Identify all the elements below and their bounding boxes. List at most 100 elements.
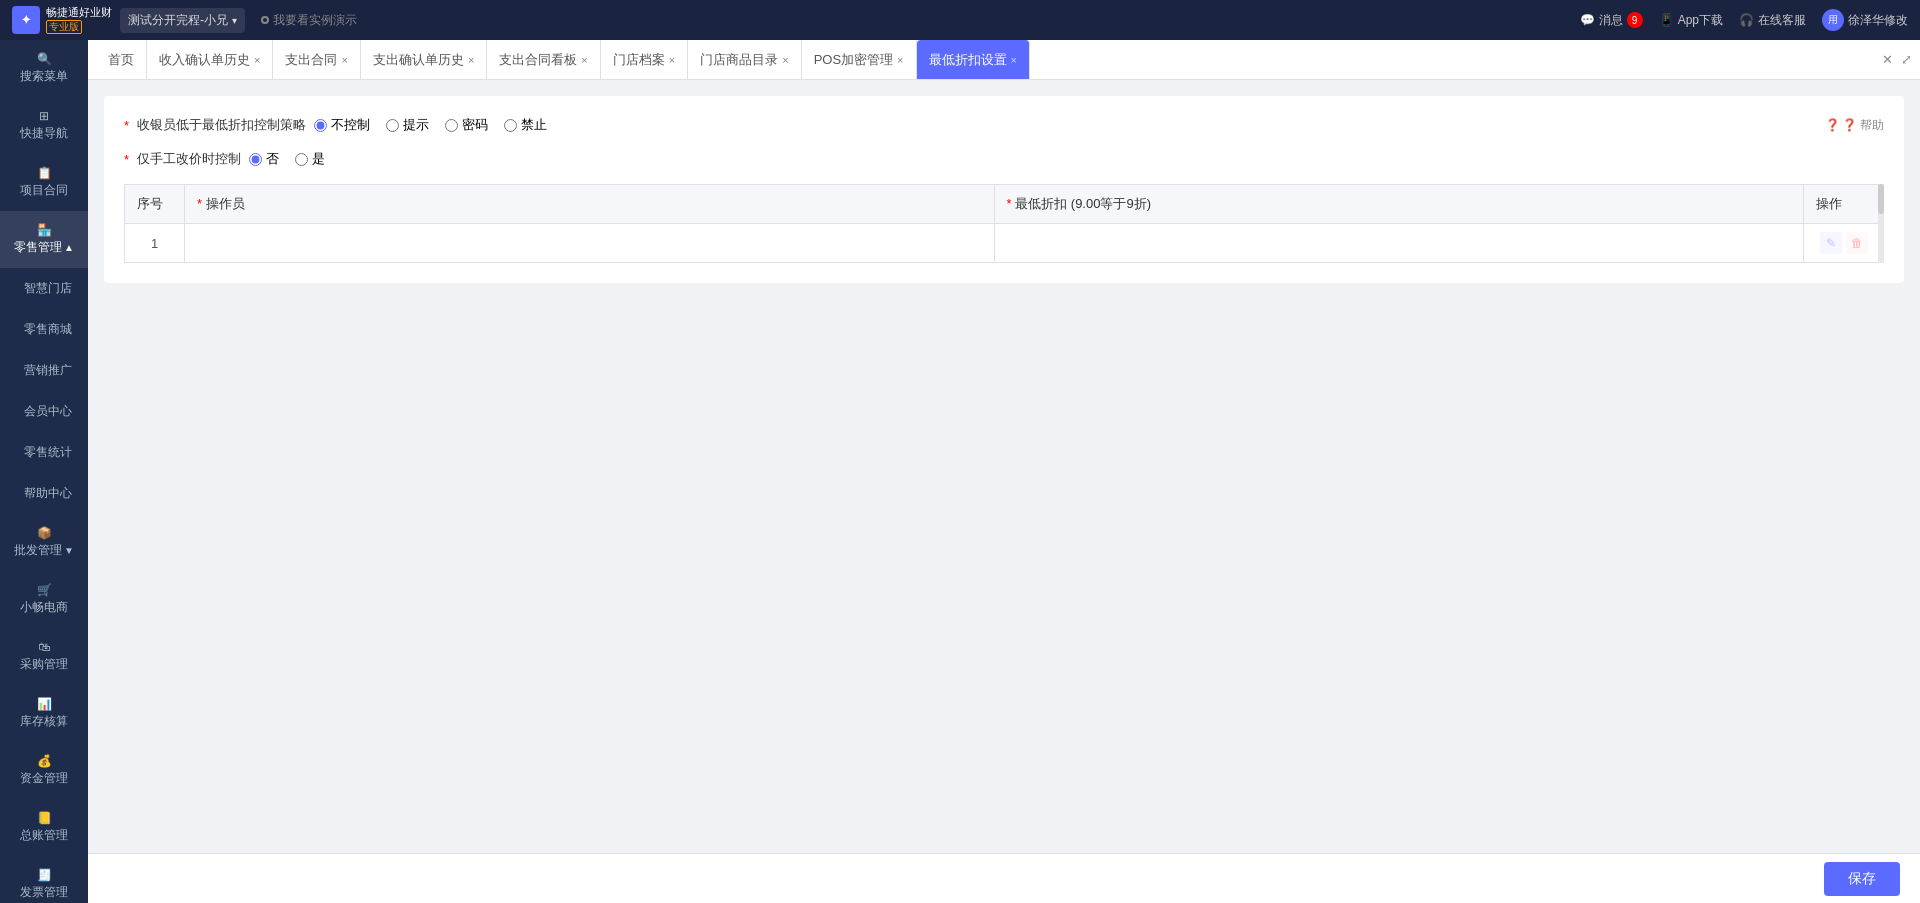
radio-yes-label: 是 xyxy=(312,150,325,168)
radio-disable[interactable]: 禁止 xyxy=(504,116,547,134)
tab-income-confirm[interactable]: 收入确认单历史 × xyxy=(147,40,273,79)
radio-hint[interactable]: 提示 xyxy=(386,116,429,134)
online-service-item[interactable]: 🎧 在线客服 xyxy=(1739,12,1806,29)
radio-yes-input[interactable] xyxy=(295,153,308,166)
messages-item[interactable]: 💬 消息 9 xyxy=(1580,12,1643,29)
settings-form-card: * 收银员低于最低折扣控制策略 不控制 提示 密码 xyxy=(104,96,1904,283)
sidebar-item-quick-nav[interactable]: ⊞ 快捷导航 xyxy=(0,97,88,154)
user-profile-item[interactable]: 用 徐泽华修改 xyxy=(1822,9,1908,31)
radio-password-input[interactable] xyxy=(445,119,458,132)
finance-icon: 💰 xyxy=(37,754,52,768)
main-layout: 🔍 搜索菜单 ⊞ 快捷导航 📋 项目合同 🏪 零售管理 ▲ 智慧门店 零售商城 … xyxy=(0,40,1920,903)
radio-no-control[interactable]: 不控制 xyxy=(314,116,370,134)
radio-password[interactable]: 密码 xyxy=(445,116,488,134)
tab-income-confirm-close[interactable]: × xyxy=(254,54,260,66)
radio-no-control-input[interactable] xyxy=(314,119,327,132)
tab-expand-icon[interactable]: ⤢ xyxy=(1901,52,1912,67)
radio-no[interactable]: 否 xyxy=(249,150,279,168)
sidebar-item-marketing[interactable]: 营销推广 xyxy=(0,350,88,391)
arrow-down-icon: ▼ xyxy=(64,545,74,556)
tab-store-file[interactable]: 门店档案 × xyxy=(601,40,688,79)
sidebar-item-retail-stats[interactable]: 零售统计 xyxy=(0,432,88,473)
tab-pos-pwd-close[interactable]: × xyxy=(897,54,903,66)
th-operator-label: 操作员 xyxy=(206,196,245,211)
app-download-item[interactable]: 📱 App下载 xyxy=(1659,12,1723,29)
demo-hint[interactable]: 我要看实例演示 xyxy=(253,12,365,29)
sidebar-item-member-center[interactable]: 会员中心 xyxy=(0,391,88,432)
tab-pos-pwd[interactable]: POS加密管理 × xyxy=(802,40,917,79)
control-strategy-radios: 不控制 提示 密码 禁止 xyxy=(314,116,547,134)
sidebar-item-project-contract[interactable]: 📋 项目合同 xyxy=(0,154,88,211)
save-button[interactable]: 保存 xyxy=(1824,862,1900,896)
pro-badge: 专业版 xyxy=(46,20,82,34)
tab-payment-board-close[interactable]: × xyxy=(581,54,587,66)
tab-payment-confirm-label: 支出确认单历史 xyxy=(373,51,464,69)
th-seq: 序号 xyxy=(125,185,185,224)
tab-min-discount-close[interactable]: × xyxy=(1011,54,1017,66)
td-min-discount[interactable] xyxy=(994,224,1804,263)
sidebar-item-batch-mgmt[interactable]: 📦 批发管理 ▼ xyxy=(0,514,88,571)
help-link[interactable]: ❓ ❓ 帮助 xyxy=(1825,117,1884,134)
radio-disable-input[interactable] xyxy=(504,119,517,132)
radio-no-input[interactable] xyxy=(249,153,262,166)
table-scrollbar xyxy=(1878,184,1884,263)
messages-label: 消息 xyxy=(1599,12,1623,29)
sidebar-item-inventory[interactable]: 📊 库存核算 xyxy=(0,685,88,742)
user-name: 徐泽华修改 xyxy=(1848,12,1908,29)
tab-payment-confirm-close[interactable]: × xyxy=(468,54,474,66)
sidebar-item-search[interactable]: 🔍 搜索菜单 xyxy=(0,40,88,97)
sidebar-item-ledger[interactable]: 📒 总账管理 xyxy=(0,799,88,856)
sidebar-search-label: 搜索菜单 xyxy=(20,68,68,85)
edit-row-btn[interactable]: ✎ xyxy=(1820,232,1842,254)
sidebar-item-finance[interactable]: 💰 资金管理 xyxy=(0,742,88,799)
tab-store-file-close[interactable]: × xyxy=(669,54,675,66)
footer-bar: 保存 xyxy=(88,853,1920,903)
tab-min-discount[interactable]: 最低折扣设置 × xyxy=(917,40,1030,79)
sidebar-purchase-label: 采购管理 xyxy=(20,656,68,673)
arrow-up-icon: ▲ xyxy=(64,242,74,253)
tab-payment-board[interactable]: 支出合同看板 × xyxy=(487,40,600,79)
tab-close-all-icon[interactable]: ✕ xyxy=(1882,52,1893,67)
app-download-label: App下载 xyxy=(1678,12,1723,29)
tab-payment-contract[interactable]: 支出合同 × xyxy=(273,40,360,79)
sidebar-item-purchase-mgmt[interactable]: 🛍 采购管理 xyxy=(0,628,88,685)
tab-home[interactable]: 首页 xyxy=(96,40,147,79)
sidebar-finance-label: 资金管理 xyxy=(20,770,68,787)
delete-row-btn[interactable]: 🗑 xyxy=(1846,232,1868,254)
search-icon: 🔍 xyxy=(37,52,52,66)
discount-table: 序号 * 操作员 * 最低折扣 (9.00等于9折) xyxy=(124,184,1884,263)
project-selector[interactable]: 测试分开完程-小兄 ▾ xyxy=(120,8,245,33)
sidebar-item-help-center[interactable]: 帮助中心 xyxy=(0,473,88,514)
message-icon: 💬 xyxy=(1580,13,1595,27)
sidebar-ledger-label: 总账管理 xyxy=(20,827,68,844)
radio-yes[interactable]: 是 xyxy=(295,150,325,168)
sidebar-item-retail-mgmt[interactable]: 🏪 零售管理 ▲ xyxy=(0,211,88,268)
tab-payment-contract-close[interactable]: × xyxy=(341,54,347,66)
table-row: 1 ✎ xyxy=(125,224,1884,263)
tab-payment-confirm[interactable]: 支出确认单历史 × xyxy=(361,40,487,79)
radio-hint-input[interactable] xyxy=(386,119,399,132)
contract-icon: 📋 xyxy=(37,166,52,180)
tab-payment-board-label: 支出合同看板 xyxy=(499,51,577,69)
batch-icon: 📦 xyxy=(37,526,52,540)
page-content: * 收银员低于最低折扣控制策略 不控制 提示 密码 xyxy=(88,80,1920,853)
grid-icon: ⊞ xyxy=(39,109,49,123)
sidebar: 🔍 搜索菜单 ⊞ 快捷导航 📋 项目合同 🏪 零售管理 ▲ 智慧门店 零售商城 … xyxy=(0,40,88,903)
content-area: 首页 收入确认单历史 × 支出合同 × 支出确认单历史 × 支出合同看板 × 门… xyxy=(88,40,1920,903)
tab-store-goods[interactable]: 门店商品目录 × xyxy=(688,40,801,79)
required-star-2: * xyxy=(124,152,129,167)
sidebar-item-retail-mall[interactable]: 零售商城 xyxy=(0,309,88,350)
project-name: 测试分开完程-小兄 xyxy=(128,12,228,29)
tab-store-goods-close[interactable]: × xyxy=(782,54,788,66)
sidebar-item-smart-store[interactable]: 智慧门店 xyxy=(0,268,88,309)
min-discount-input[interactable] xyxy=(1007,236,1792,251)
tab-store-file-label: 门店档案 xyxy=(613,51,665,69)
sidebar-retail-stats-label: 零售统计 xyxy=(24,444,72,461)
sidebar-item-ecommerce[interactable]: 🛒 小畅电商 xyxy=(0,571,88,628)
sidebar-item-invoice-mgmt[interactable]: 🧾 发票管理 xyxy=(0,856,88,903)
tab-income-confirm-label: 收入确认单历史 xyxy=(159,51,250,69)
tab-pos-pwd-label: POS加密管理 xyxy=(814,51,893,69)
top-bar-left: ✦ 畅捷通好业财 专业版 测试分开完程-小兄 ▾ 我要看实例演示 xyxy=(12,6,365,34)
operator-input[interactable] xyxy=(197,236,982,251)
td-operator[interactable] xyxy=(185,224,995,263)
